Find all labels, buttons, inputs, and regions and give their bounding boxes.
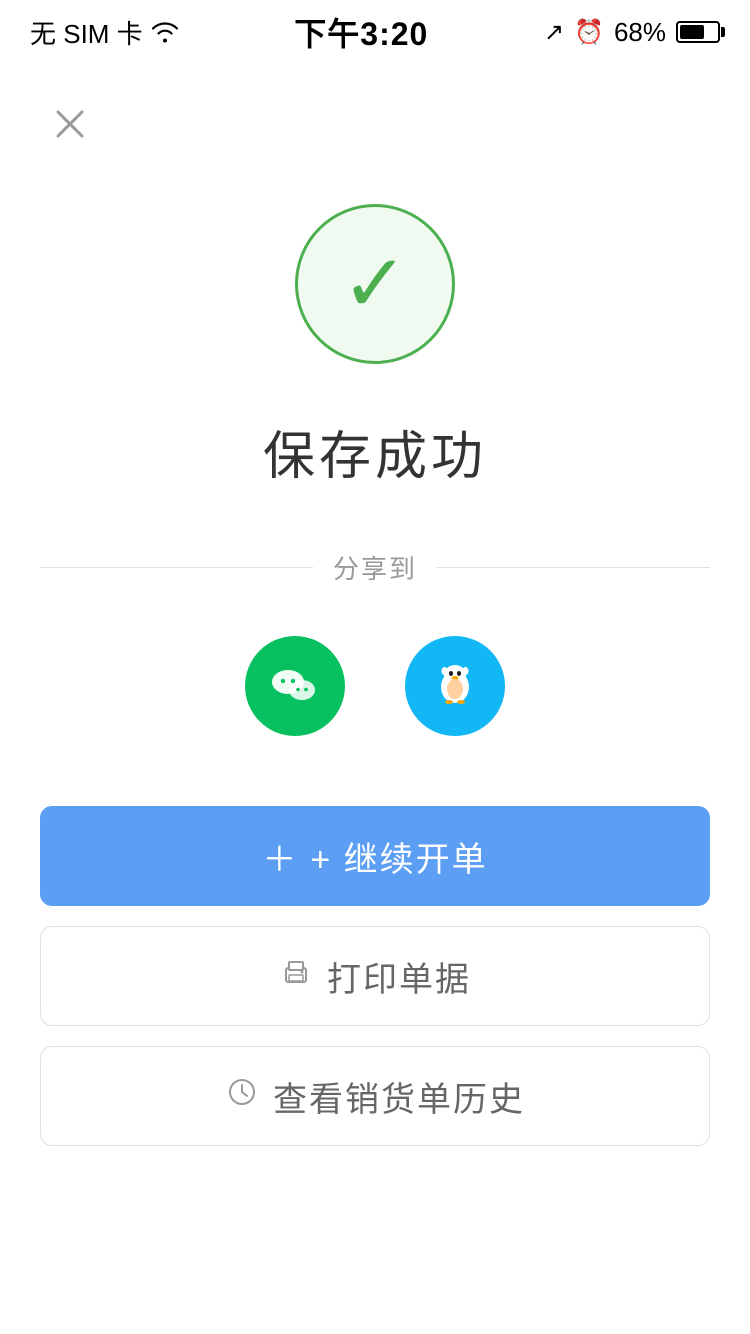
history-button[interactable]: 查看销货单历史 (40, 1046, 710, 1146)
continue-button[interactable]: ＋ + 继续开单 (40, 806, 710, 906)
divider-right (437, 567, 710, 568)
action-buttons: ＋ + 继续开单 打印单据 (40, 806, 710, 1146)
close-button[interactable] (40, 94, 100, 154)
print-button[interactable]: 打印单据 (40, 926, 710, 1026)
print-label: 打印单据 (327, 952, 471, 1001)
share-divider: 分享到 (40, 549, 710, 586)
status-carrier: 无 SIM 卡 (30, 14, 179, 51)
qq-icon (426, 657, 484, 715)
history-icon (225, 1075, 259, 1118)
share-label: 分享到 (333, 549, 417, 586)
check-icon: ✓ (341, 244, 408, 324)
continue-label: + 继续开单 (310, 832, 487, 881)
wechat-share-button[interactable] (245, 636, 345, 736)
main-content: ✓ 保存成功 分享到 (0, 64, 750, 1176)
close-icon (52, 106, 88, 142)
plus-icon: ＋ (262, 832, 296, 881)
wifi-icon (151, 21, 179, 43)
battery-icon (676, 21, 720, 43)
wechat-icon (265, 656, 325, 716)
success-title: 保存成功 (263, 414, 487, 489)
battery-fill (680, 25, 704, 39)
divider-left (40, 567, 313, 568)
status-time: 下午3:20 (294, 9, 428, 55)
success-circle: ✓ (295, 204, 455, 364)
printer-icon (279, 955, 313, 998)
location-icon: ↗ (544, 18, 564, 47)
battery-percent: 68% (614, 17, 666, 48)
history-label: 查看销货单历史 (273, 1072, 525, 1121)
status-right-group: ↗ ⏰ 68% (544, 17, 720, 48)
carrier-text: 无 SIM 卡 (30, 14, 143, 51)
share-icons-group (245, 636, 505, 736)
status-bar: 无 SIM 卡 下午3:20 ↗ ⏰ 68% (0, 0, 750, 64)
qq-share-button[interactable] (405, 636, 505, 736)
alarm-icon: ⏰ (574, 18, 604, 47)
